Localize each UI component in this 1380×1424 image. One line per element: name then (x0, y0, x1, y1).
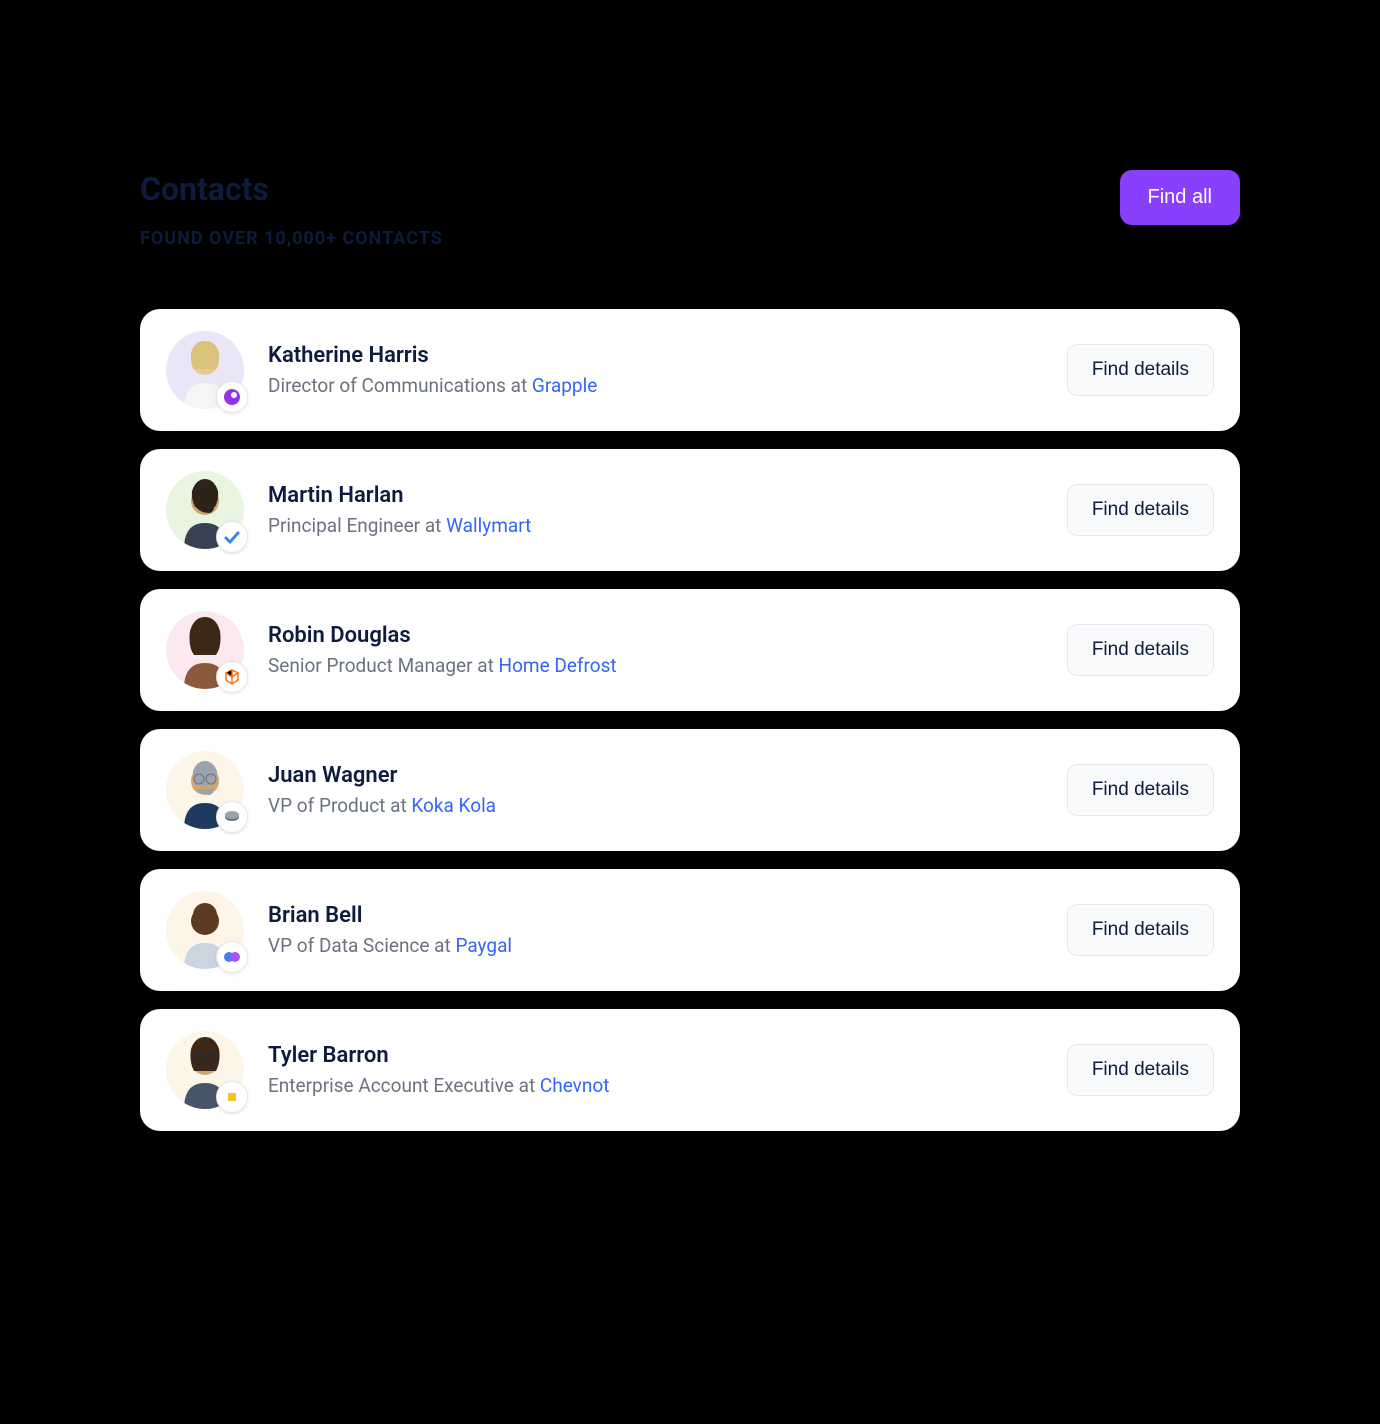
company-badge-icon (216, 801, 248, 833)
contact-card[interactable]: Martin Harlan Principal Engineer at Wall… (140, 449, 1240, 571)
find-details-button[interactable]: Find details (1067, 484, 1214, 536)
contact-name: Martin Harlan (268, 483, 1043, 508)
find-details-button[interactable]: Find details (1067, 1044, 1214, 1096)
find-all-button[interactable]: Find all (1120, 170, 1240, 225)
avatar (166, 891, 244, 969)
contact-role: VP of Product at Koka Kola (268, 794, 1043, 817)
company-link[interactable]: Grapple (532, 374, 597, 397)
contact-name: Robin Douglas (268, 623, 1043, 648)
contact-card[interactable]: Tyler Barron Enterprise Account Executiv… (140, 1009, 1240, 1131)
page-title: Contacts (140, 170, 443, 208)
company-badge-icon (216, 1081, 248, 1113)
company-badge-icon (216, 941, 248, 973)
avatar (166, 471, 244, 549)
contact-card[interactable]: Juan Wagner VP of Product at Koka Kola F… (140, 729, 1240, 851)
find-details-button[interactable]: Find details (1067, 344, 1214, 396)
contact-name: Tyler Barron (268, 1043, 1043, 1068)
avatar (166, 331, 244, 409)
contact-card[interactable]: Brian Bell VP of Data Science at Paygal … (140, 869, 1240, 991)
avatar (166, 611, 244, 689)
contact-role: Enterprise Account Executive at Chevnot (268, 1074, 1043, 1097)
company-link[interactable]: Wallymart (446, 514, 531, 537)
contact-card[interactable]: Robin Douglas Senior Product Manager at … (140, 589, 1240, 711)
find-details-button[interactable]: Find details (1067, 904, 1214, 956)
contact-role: Director of Communications at Grapple (268, 374, 1043, 397)
company-badge-icon (216, 381, 248, 413)
page-subtitle: FOUND OVER 10,000+ CONTACTS (140, 228, 443, 249)
company-link[interactable]: Koka Kola (411, 794, 496, 817)
contact-name: Katherine Harris (268, 343, 1043, 368)
company-badge-icon (216, 661, 248, 693)
contact-role: VP of Data Science at Paygal (268, 934, 1043, 957)
find-details-button[interactable]: Find details (1067, 764, 1214, 816)
company-link[interactable]: Home Defrost (499, 654, 617, 677)
avatar (166, 751, 244, 829)
avatar (166, 1031, 244, 1109)
contact-role: Principal Engineer at Wallymart (268, 514, 1043, 537)
contact-role: Senior Product Manager at Home Defrost (268, 654, 1043, 677)
page-header: Contacts FOUND OVER 10,000+ CONTACTS Fin… (140, 170, 1240, 249)
contact-list: Katherine Harris Director of Communicati… (140, 309, 1240, 1131)
contact-card[interactable]: Katherine Harris Director of Communicati… (140, 309, 1240, 431)
company-badge-icon (216, 521, 248, 553)
find-details-button[interactable]: Find details (1067, 624, 1214, 676)
contact-name: Brian Bell (268, 903, 1043, 928)
company-link[interactable]: Chevnot (540, 1074, 610, 1097)
contact-name: Juan Wagner (268, 763, 1043, 788)
company-link[interactable]: Paygal (455, 934, 512, 957)
